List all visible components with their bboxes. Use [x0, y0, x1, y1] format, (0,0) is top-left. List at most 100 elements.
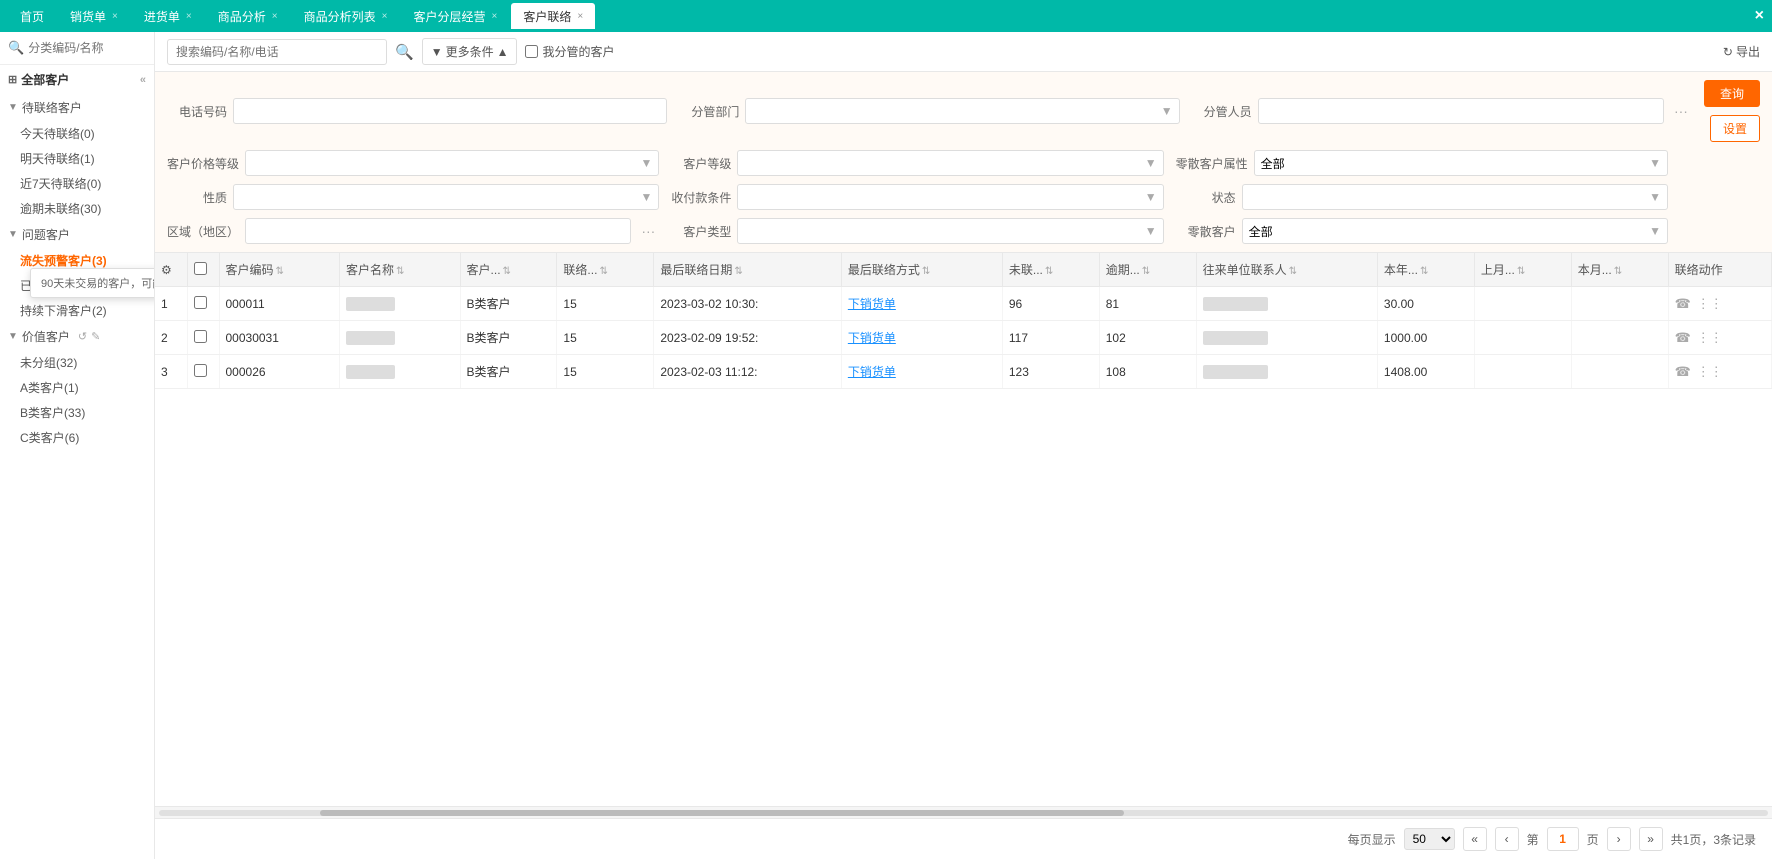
row-checkbox-cell[interactable]: [187, 287, 219, 321]
setting-button[interactable]: 设置: [1710, 115, 1760, 142]
sort-icon[interactable]: ⇅: [396, 266, 404, 277]
area-input[interactable]: [245, 218, 631, 244]
zero-customer-select[interactable]: 全部 ▼: [1242, 218, 1668, 244]
sidebar-item-tomorrow-pending[interactable]: 明天待联络(1): [0, 146, 154, 171]
zero-attr-select[interactable]: 全部 ▼: [1254, 150, 1668, 176]
search-input[interactable]: [167, 39, 387, 65]
th-checkbox[interactable]: [187, 253, 219, 287]
close-icon[interactable]: ×: [382, 11, 388, 22]
my-customers-checkbox[interactable]: [525, 45, 538, 58]
tab-sales[interactable]: 销货单 ×: [58, 3, 130, 29]
th-settings[interactable]: ⚙: [155, 253, 187, 287]
sort-icon[interactable]: ⇅: [1517, 266, 1525, 277]
row-last-date: 2023-03-02 10:30:: [654, 287, 842, 321]
sidebar-group-problem[interactable]: ▼ 问题客户: [0, 221, 154, 248]
action-menu-icon[interactable]: ⋮⋮: [1697, 296, 1723, 312]
dept-select[interactable]: ▼: [745, 98, 1179, 124]
prev-page-button[interactable]: ‹: [1495, 827, 1519, 851]
category-search-input[interactable]: [28, 41, 155, 55]
person-input[interactable]: [1258, 98, 1664, 124]
gender-select[interactable]: ▼: [233, 184, 659, 210]
tab-product-list[interactable]: 商品分析列表 ×: [292, 3, 400, 29]
row-checkbox-cell[interactable]: [187, 321, 219, 355]
sidebar-item-a-class[interactable]: A类客户(1): [0, 375, 154, 400]
next-page-button[interactable]: ›: [1607, 827, 1631, 851]
close-icon[interactable]: ×: [186, 11, 192, 22]
scrollbar-thumb[interactable]: [320, 810, 1125, 816]
action-phone-icon[interactable]: ☎: [1675, 364, 1691, 380]
filter-zero-customer-field: 零散客户 全部 ▼: [1176, 218, 1668, 244]
close-icon[interactable]: ×: [491, 11, 497, 22]
price-level-select[interactable]: ▼: [245, 150, 659, 176]
action-menu-icon[interactable]: ⋮⋮: [1697, 330, 1723, 346]
export-icon: ↻: [1723, 45, 1733, 59]
sidebar-item-c-class[interactable]: C类客户(6): [0, 425, 154, 450]
select-all-checkbox[interactable]: [194, 262, 207, 275]
customer-level-select[interactable]: ▼: [737, 150, 1163, 176]
scrollbar-track: [159, 810, 1768, 816]
action-icons: ☎ ⋮⋮: [1675, 364, 1765, 380]
sidebar-group-pending[interactable]: ▼ 待联络客户: [0, 94, 154, 121]
action-phone-icon[interactable]: ☎: [1675, 296, 1691, 312]
filter-customer-level-field: 客户等级 ▼: [671, 150, 1163, 176]
more-button-area[interactable]: ···: [637, 223, 659, 239]
row-checkbox-cell[interactable]: [187, 355, 219, 389]
last-method-link[interactable]: 下销货单: [848, 331, 896, 345]
page-size-select[interactable]: 50 20 100: [1404, 828, 1455, 850]
search-button[interactable]: 🔍: [395, 43, 414, 61]
last-method-link[interactable]: 下销货单: [848, 297, 896, 311]
action-menu-icon[interactable]: ⋮⋮: [1697, 364, 1723, 380]
sidebar-collapse-icon[interactable]: «: [140, 74, 146, 86]
sort-icon[interactable]: ⇅: [599, 266, 607, 277]
sidebar-item-declining[interactable]: 持续下滑客户(2): [0, 298, 154, 323]
phone-input[interactable]: [233, 98, 667, 124]
first-page-button[interactable]: «: [1463, 827, 1487, 851]
refresh-icon[interactable]: ↺: [78, 330, 87, 343]
query-button[interactable]: 查询: [1704, 80, 1760, 107]
sidebar-item-ungroup[interactable]: 未分组(32): [0, 350, 154, 375]
last-page-button[interactable]: »: [1639, 827, 1663, 851]
window-close-button[interactable]: ×: [1755, 7, 1764, 25]
edit-icon[interactable]: ✎: [91, 330, 100, 343]
sort-icon[interactable]: ⇅: [1045, 266, 1053, 277]
th-last-method: 最后联络方式⇅: [841, 253, 1002, 287]
page-number-input[interactable]: [1547, 827, 1579, 851]
payment-select[interactable]: ▼: [737, 184, 1163, 210]
sidebar-group-value[interactable]: ▼ 价值客户 ↺ ✎: [0, 323, 154, 350]
th-contact-person: 往来单位联系人⇅: [1196, 253, 1377, 287]
more-conditions-button[interactable]: ▼ 更多条件 ▲: [422, 38, 518, 65]
sidebar-item-today-pending[interactable]: 今天待联络(0): [0, 121, 154, 146]
my-customers-checkbox-label[interactable]: 我分管的客户: [525, 43, 614, 60]
sort-icon[interactable]: ⇅: [1289, 266, 1297, 277]
sort-icon[interactable]: ⇅: [1142, 266, 1150, 277]
tab-home[interactable]: 首页: [8, 3, 56, 29]
sort-icon[interactable]: ⇅: [503, 266, 511, 277]
sort-icon[interactable]: ⇅: [922, 266, 930, 277]
row-checkbox[interactable]: [194, 330, 207, 343]
sidebar-item-b-class[interactable]: B类客户(33): [0, 400, 154, 425]
content-area: 🔍 ▼ 更多条件 ▲ 我分管的客户 ↻ 导出 电话号码: [155, 32, 1772, 859]
sort-icon[interactable]: ⇅: [276, 266, 284, 277]
tab-product-analysis[interactable]: 商品分析 ×: [206, 3, 290, 29]
close-icon[interactable]: ×: [112, 11, 118, 22]
close-icon[interactable]: ×: [577, 11, 583, 22]
status-select[interactable]: ▼: [1242, 184, 1668, 210]
export-button[interactable]: ↻ 导出: [1723, 43, 1760, 60]
customer-type-select[interactable]: ▼: [737, 218, 1163, 244]
sort-icon[interactable]: ⇅: [1614, 266, 1622, 277]
horizontal-scrollbar[interactable]: [155, 806, 1772, 818]
more-button[interactable]: ···: [1670, 103, 1692, 119]
row-checkbox[interactable]: [194, 296, 207, 309]
sort-icon[interactable]: ⇅: [734, 266, 742, 277]
sidebar-item-7day-pending[interactable]: 近7天待联络(0): [0, 171, 154, 196]
action-phone-icon[interactable]: ☎: [1675, 330, 1691, 346]
close-icon[interactable]: ×: [272, 11, 278, 22]
row-checkbox[interactable]: [194, 364, 207, 377]
last-method-link[interactable]: 下销货单: [848, 365, 896, 379]
row-type: B类客户: [460, 321, 557, 355]
tab-customer-contact[interactable]: 客户联络 ×: [511, 3, 595, 29]
sidebar-item-overdue-pending[interactable]: 逾期未联络(30): [0, 196, 154, 221]
sort-icon[interactable]: ⇅: [1420, 266, 1428, 277]
tab-customer-tier[interactable]: 客户分层经营 ×: [401, 3, 509, 29]
tab-purchase[interactable]: 进货单 ×: [132, 3, 204, 29]
